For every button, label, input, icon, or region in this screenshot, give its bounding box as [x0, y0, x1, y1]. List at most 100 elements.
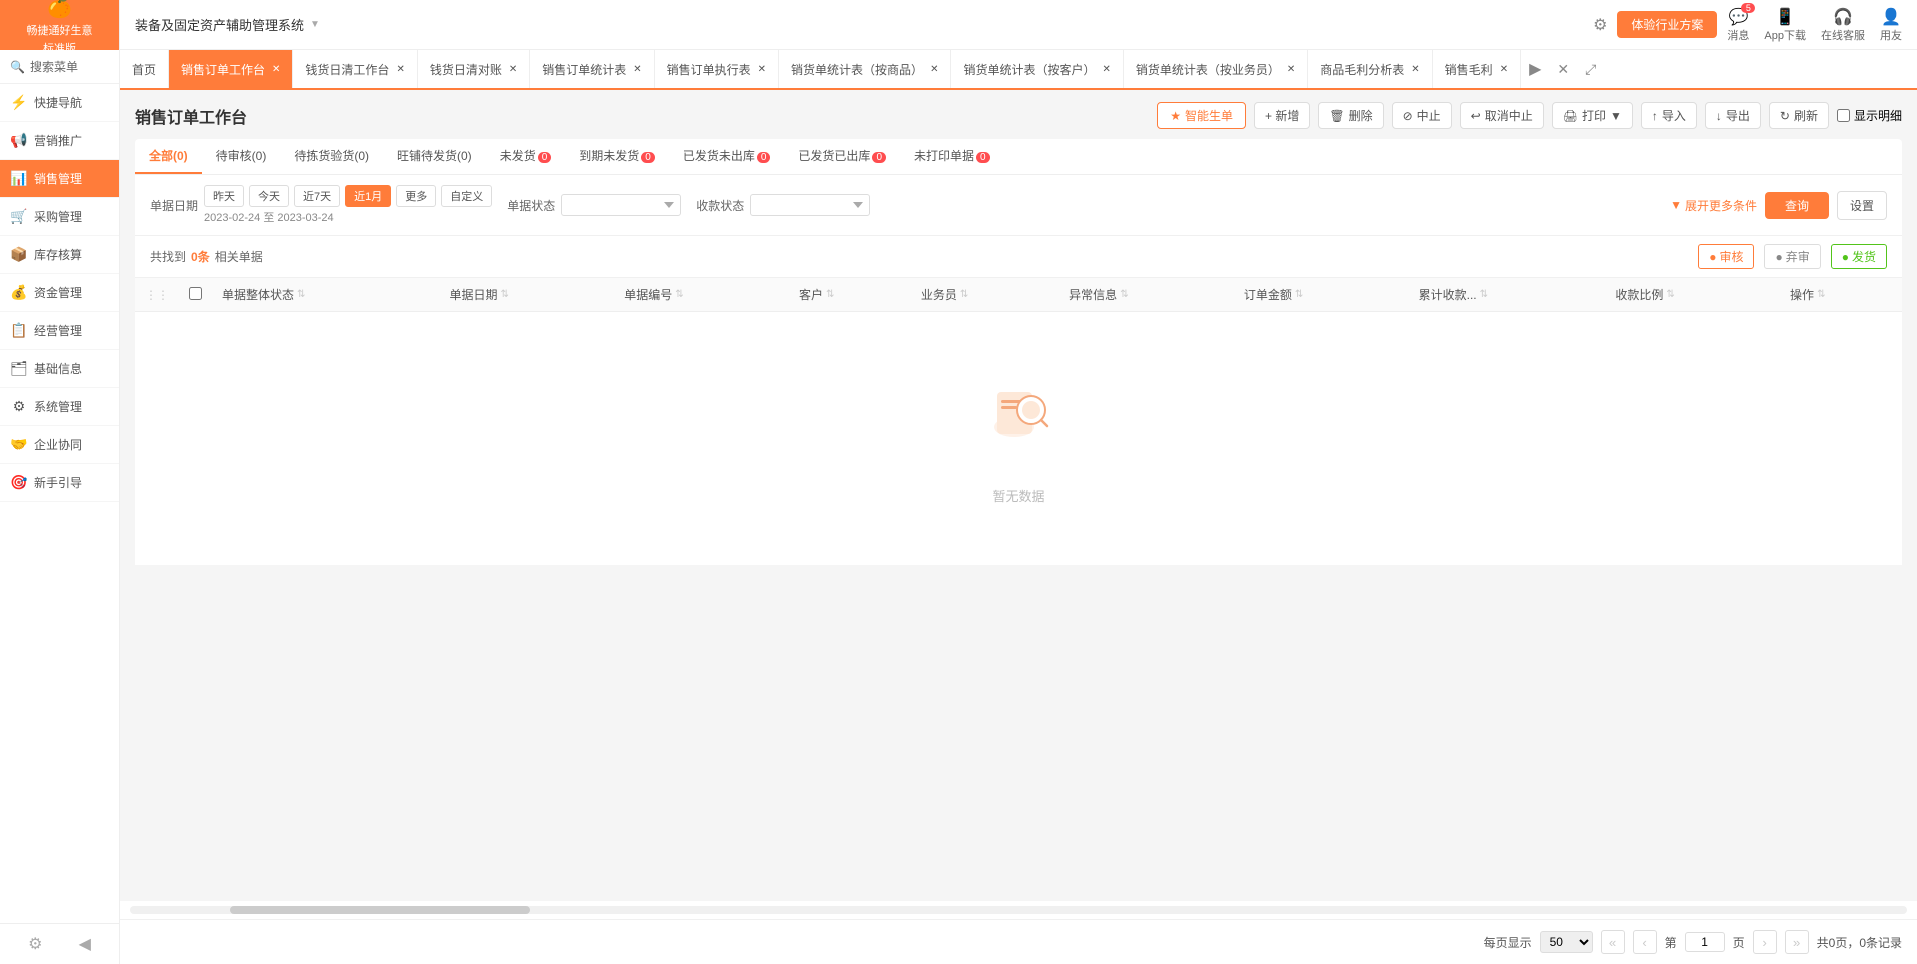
online-service-btn[interactable]: 🎧 在线客服 [1821, 7, 1865, 43]
prev-page-btn[interactable]: ‹ [1633, 930, 1657, 954]
show-detail-checkbox[interactable] [1837, 109, 1850, 122]
sidebar-item-guide[interactable]: 🎯新手引导 [0, 464, 119, 502]
tab-close-sales-summary-staff[interactable]: ✕ [1287, 64, 1295, 75]
export-btn[interactable]: ↓ 导出 [1705, 102, 1761, 129]
tab-close-sales-profit[interactable]: ✕ [1500, 64, 1508, 75]
col-header-anomaly[interactable]: 异常信息⇅ [1059, 278, 1234, 312]
tab-close-sales-summary-product[interactable]: ✕ [930, 64, 938, 75]
date-option-自定义[interactable]: 自定义 [441, 185, 492, 207]
sidebar-item-basic-info[interactable]: 🗂基础信息 [0, 350, 119, 388]
col-header-staff[interactable]: 业务员⇅ [911, 278, 1059, 312]
tab-cash-daily[interactable]: 钱货日清工作台✕ [293, 50, 417, 88]
sidebar-search[interactable]: 🔍 搜索菜单 [0, 50, 119, 84]
stop-btn[interactable]: ⊘ 中止 [1392, 102, 1452, 129]
revoke-btn[interactable]: ● 弃审 [1764, 244, 1820, 269]
tab-close-sales-summary-customer[interactable]: ✕ [1102, 64, 1110, 75]
sub-tab-wangpu-pending[interactable]: 旺铺待发货(0) [383, 139, 486, 174]
sub-tab-not-shipped[interactable]: 未发货0 [486, 139, 566, 174]
page-size-select[interactable]: 102050100 [1540, 931, 1593, 953]
tab-close-all-btn[interactable]: ✕ [1549, 50, 1577, 88]
sidebar-item-operation[interactable]: 📋经营管理 [0, 312, 119, 350]
col-header-amount[interactable]: 订单金额⇅ [1234, 278, 1409, 312]
topbar-gear-icon[interactable]: ⚙ [1593, 15, 1607, 35]
audit-btn[interactable]: ● 审核 [1698, 244, 1754, 269]
sidebar-item-sales[interactable]: 📊销售管理 [0, 160, 119, 198]
next-page-btn[interactable]: › [1753, 930, 1777, 954]
sub-tab-not-printed[interactable]: 未打印单据0 [900, 139, 1004, 174]
refresh-btn[interactable]: ↻ 刷新 [1769, 102, 1829, 129]
dropdown-arrow-icon: ▼ [310, 19, 320, 30]
tab-cash-reconcile[interactable]: 钱货日清对账✕ [418, 50, 530, 88]
sidebar-item-cooperation[interactable]: 🤝企业协同 [0, 426, 119, 464]
ship-btn[interactable]: ● 发货 [1831, 244, 1887, 269]
tab-product-margin[interactable]: 商品毛利分析表✕ [1308, 50, 1432, 88]
tab-label-sales-profit: 销售毛利 [1445, 61, 1493, 78]
tab-close-cash-daily[interactable]: ✕ [396, 64, 404, 75]
tab-sales-summary-product[interactable]: 销货单统计表（按商品）✕ [779, 50, 951, 88]
tab-more-btn[interactable]: ▶ [1521, 50, 1549, 88]
sidebar-item-system[interactable]: ⚙系统管理 [0, 388, 119, 426]
first-page-btn[interactable]: « [1601, 930, 1625, 954]
last-page-btn[interactable]: » [1785, 930, 1809, 954]
settings-icon[interactable]: ⚙ [28, 934, 42, 954]
tab-close-sales-order[interactable]: ✕ [272, 64, 280, 75]
collapse-icon[interactable]: ◀ [79, 934, 91, 954]
col-header-received[interactable]: 累计收款...⇅ [1409, 278, 1606, 312]
cancel-stop-btn[interactable]: ↩ 取消中止 [1460, 102, 1544, 129]
tab-close-cash-reconcile[interactable]: ✕ [509, 64, 517, 75]
setting-btn[interactable]: 设置 [1837, 191, 1887, 220]
col-header-date[interactable]: 单据日期⇅ [440, 278, 615, 312]
tab-restore-btn[interactable]: ⤢ [1577, 50, 1604, 88]
smart-btn[interactable]: ★ 智能生单 [1157, 102, 1246, 129]
sub-tab-shipped-out[interactable]: 已发货已出库0 [784, 139, 900, 174]
expand-btn[interactable]: ▼ 展开更多条件 [1670, 197, 1757, 214]
tab-home[interactable]: 首页 [120, 50, 169, 88]
col-header-number[interactable]: 单据编号⇅ [614, 278, 789, 312]
tab-sales-order[interactable]: 销售订单工作台✕ [169, 50, 293, 88]
date-option-近7天[interactable]: 近7天 [294, 185, 340, 207]
user-btn[interactable]: 👤 用友 [1880, 7, 1902, 43]
tab-sales-summary-staff[interactable]: 销货单统计表（按业务员）✕ [1124, 50, 1308, 88]
scrollbar-thumb[interactable] [230, 906, 530, 914]
delete-btn[interactable]: 🗑 删除 [1318, 102, 1383, 129]
sub-tab-pending-inspect[interactable]: 待拣货验货(0) [280, 139, 383, 174]
sub-tab-shipped-not-out[interactable]: 已发货未出库0 [669, 139, 785, 174]
sub-tab-pending-review[interactable]: 待审核(0) [202, 139, 281, 174]
tab-close-sales-stat[interactable]: ✕ [633, 64, 641, 75]
tabbar: 首页销售订单工作台✕钱货日清工作台✕钱货日清对账✕销售订单统计表✕销售订单执行表… [120, 50, 1917, 90]
solution-btn[interactable]: 体验行业方案 [1617, 11, 1717, 38]
page-input[interactable] [1685, 932, 1725, 952]
sub-tab-overdue-not-shipped[interactable]: 到期未发货0 [565, 139, 669, 174]
select-all-checkbox[interactable] [189, 287, 202, 300]
sub-tab-all[interactable]: 全部(0) [135, 139, 202, 174]
col-header-status[interactable]: 单据整体状态⇅ [212, 278, 440, 312]
tab-sales-exec[interactable]: 销售订单执行表✕ [655, 50, 779, 88]
import-btn[interactable]: ↑ 导入 [1641, 102, 1697, 129]
show-detail-label[interactable]: 显示明细 [1837, 107, 1902, 124]
sidebar-item-finance[interactable]: 💰资金管理 [0, 274, 119, 312]
add-btn[interactable]: + 新增 [1254, 102, 1310, 129]
tab-close-product-margin[interactable]: ✕ [1411, 64, 1419, 75]
tab-close-sales-exec[interactable]: ✕ [758, 64, 766, 75]
col-header-customer[interactable]: 客户⇅ [789, 278, 911, 312]
col-header-actions[interactable]: 操作⇅ [1780, 278, 1902, 312]
status-select[interactable] [561, 194, 681, 216]
date-option-今天[interactable]: 今天 [249, 185, 289, 207]
date-option-更多[interactable]: 更多 [396, 185, 436, 207]
app-download-btn[interactable]: 📱 App下载 [1764, 7, 1806, 43]
query-btn[interactable]: 查询 [1765, 192, 1829, 219]
tab-sales-stat[interactable]: 销售订单统计表✕ [530, 50, 654, 88]
message-btn[interactable]: 💬 5 消息 [1727, 7, 1749, 43]
col-header-ratio[interactable]: 收款比例⇅ [1605, 278, 1780, 312]
total-count: 0条 [191, 248, 210, 265]
tab-sales-profit[interactable]: 销售毛利 ✕ [1433, 50, 1521, 88]
payment-select[interactable] [750, 194, 870, 216]
sidebar-item-marketing[interactable]: 📢营销推广 [0, 122, 119, 160]
date-option-近1月[interactable]: 近1月 [345, 185, 391, 207]
sidebar-item-quick-nav[interactable]: ⚡快捷导航 [0, 84, 119, 122]
sidebar-item-inventory[interactable]: 📦库存核算 [0, 236, 119, 274]
date-option-昨天[interactable]: 昨天 [204, 185, 244, 207]
sidebar-item-purchase[interactable]: 🛒采购管理 [0, 198, 119, 236]
print-btn[interactable]: 🖨 打印 ▼ [1552, 102, 1633, 129]
tab-sales-summary-customer[interactable]: 销货单统计表（按客户）✕ [951, 50, 1123, 88]
